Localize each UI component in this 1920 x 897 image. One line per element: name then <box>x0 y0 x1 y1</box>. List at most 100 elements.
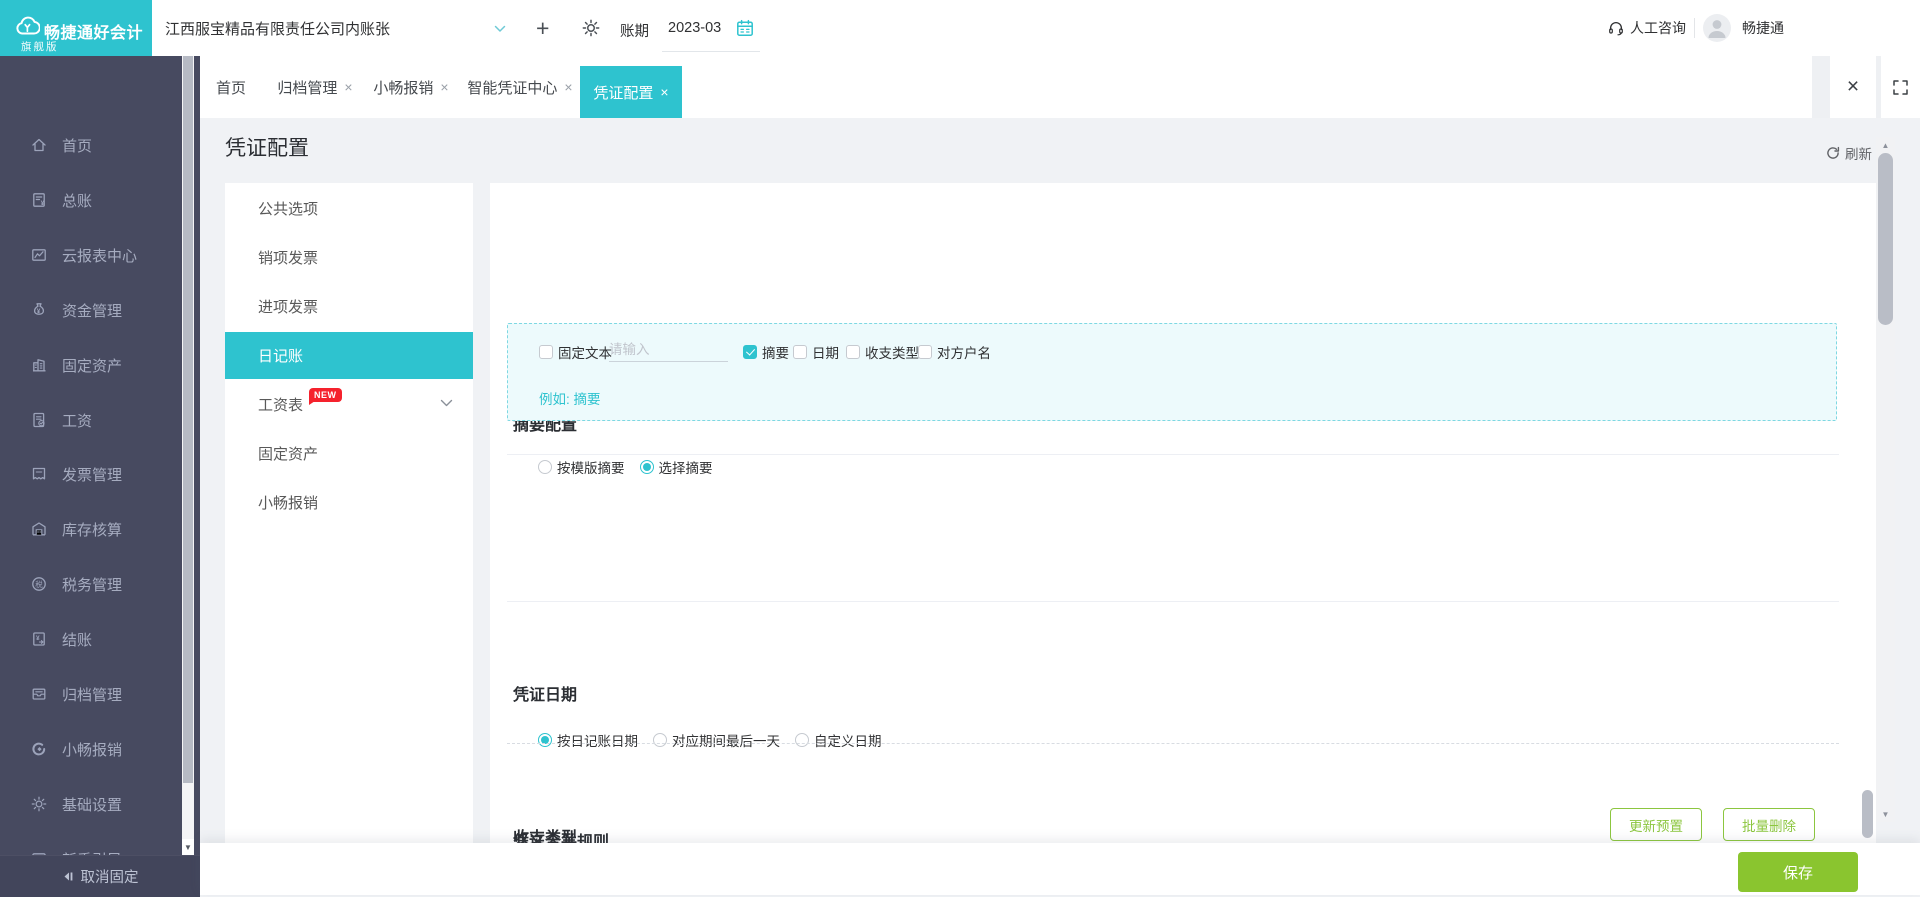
sidebar-item-home[interactable]: 首页 <box>0 128 182 162</box>
cloud-report-icon <box>30 246 48 264</box>
tab-close-icon[interactable]: × <box>660 84 668 100</box>
inner-scroll-thumb[interactable] <box>1862 790 1873 838</box>
brand-edition-label: 旗舰版 <box>21 41 59 53</box>
scroll-up-icon[interactable]: ▲ <box>1876 137 1895 153</box>
invoice-icon <box>30 465 48 483</box>
checkbox-income-type[interactable]: 收支类型 <box>846 339 919 365</box>
sidebar-item-invoice[interactable]: 发票管理 <box>0 457 182 491</box>
sidebar-item-closing[interactable]: ¥ 结账 <box>0 622 182 656</box>
config-menu-item-journal[interactable]: 日记账 <box>225 332 473 379</box>
sidebar-item-tax[interactable]: 税 税务管理 <box>0 567 182 601</box>
sidebar-scrollbar[interactable]: ▼ <box>182 56 194 855</box>
sidebar-item-label: 小畅报销 <box>62 741 123 759</box>
add-account-button[interactable]: + <box>536 14 549 42</box>
sidebar-item-cloud-reports[interactable]: 云报表中心 <box>0 238 182 272</box>
refresh-button[interactable]: 刷新 <box>1826 143 1872 163</box>
radio-dot <box>795 733 809 747</box>
tab-close-icon[interactable]: × <box>344 79 352 95</box>
footer-bar: 保存 <box>200 843 1920 895</box>
close-all-tabs-button[interactable]: × <box>1830 56 1876 118</box>
tab-voucher-config[interactable]: 凭证配置 × <box>580 66 682 118</box>
tab-label: 小畅报销 <box>373 79 434 97</box>
config-menu-panel: 公共选项 销项发票 进项发票 日记账 工资表 NEW 固定资产 小畅报销 <box>225 183 473 843</box>
checkbox-counterparty[interactable]: 对方户名 <box>918 339 991 365</box>
batch-delete-button[interactable]: 批量删除 <box>1723 808 1815 841</box>
radio-custom-date[interactable]: 自定义日期 <box>795 730 882 750</box>
checkbox-label: 摘要 <box>762 346 789 361</box>
config-menu-item-sales-invoice[interactable]: 销项发票 <box>225 234 473 280</box>
sidebar-item-settings[interactable]: 基础设置 <box>0 787 182 821</box>
period-field-underline <box>662 51 760 52</box>
ledger-icon: ¥ <box>30 191 48 209</box>
sidebar-item-salary[interactable]: 工资 <box>0 403 182 437</box>
config-menu-item-payroll[interactable]: 工资表 NEW <box>225 381 473 427</box>
radio-select-summary[interactable]: 选择摘要 <box>639 457 713 477</box>
section-divider <box>507 601 1839 602</box>
sidebar-item-label: 总账 <box>62 192 93 210</box>
summary-radio-group: 按模版摘要 选择摘要 <box>538 457 713 477</box>
period-value[interactable]: 2023-03 <box>668 20 721 36</box>
menu-item-label: 进项发票 <box>258 298 319 316</box>
cloud-logo-icon <box>14 14 40 40</box>
sidebar-scroll-thumb[interactable] <box>183 56 193 783</box>
unpin-sidebar-button[interactable]: 取消固定 <box>0 855 200 897</box>
checkbox-label: 对方户名 <box>937 346 991 361</box>
unpin-label: 取消固定 <box>80 870 139 886</box>
checkbox-box <box>539 345 553 359</box>
avatar[interactable] <box>1703 14 1731 42</box>
building-icon <box>30 356 48 374</box>
checkbox-date[interactable]: 日期 <box>793 339 839 365</box>
closing-icon: ¥ <box>30 630 48 648</box>
radio-template-summary[interactable]: 按模版摘要 <box>538 457 625 477</box>
config-menu-item-purchase-invoice[interactable]: 进项发票 <box>225 283 473 329</box>
money-bag-icon: ¥ <box>30 301 48 319</box>
radio-period-last-day[interactable]: 对应期间最后一天 <box>653 730 780 750</box>
support-link[interactable]: 人工咨询 <box>1607 0 1686 56</box>
tab-smart-voucher[interactable]: 智能凭证中心 × <box>460 56 580 118</box>
sidebar-item-general-ledger[interactable]: ¥ 总账 <box>0 183 182 217</box>
content-scroll-thumb[interactable] <box>1878 153 1893 325</box>
radio-journal-date[interactable]: 按日记账日期 <box>538 730 638 750</box>
sidebar-scroll-down-icon[interactable]: ▼ <box>182 839 194 855</box>
config-menu-item-common[interactable]: 公共选项 <box>225 185 473 231</box>
calendar-icon[interactable] <box>736 19 754 37</box>
chevron-down-icon[interactable] <box>494 25 506 33</box>
save-button[interactable]: 保存 <box>1738 852 1858 892</box>
tab-home[interactable]: 首页 <box>200 56 262 118</box>
topbar-divider <box>1694 18 1695 38</box>
checkbox-box <box>846 345 860 359</box>
config-menu-item-fixed-assets[interactable]: 固定资产 <box>225 430 473 476</box>
tab-close-icon[interactable]: × <box>564 79 572 95</box>
menu-item-label: 日记账 <box>258 348 304 365</box>
fullscreen-icon[interactable] <box>1881 56 1920 118</box>
menu-item-label: 固定资产 <box>258 445 319 463</box>
sidebar-item-fixed-assets[interactable]: 固定资产 <box>0 348 182 382</box>
sidebar-item-funds[interactable]: ¥ 资金管理 <box>0 293 182 327</box>
tab-archive[interactable]: 归档管理 × <box>268 56 362 118</box>
company-selector[interactable]: 江西服宝精品有限责任公司内账张 <box>165 0 390 56</box>
radio-dot <box>653 733 667 747</box>
checkbox-fixed-text[interactable]: 固定文本 <box>539 339 612 365</box>
gear-icon <box>30 795 48 813</box>
fixed-text-input[interactable] <box>609 338 728 362</box>
username-menu[interactable]: 畅捷通 <box>1742 0 1784 56</box>
scroll-down-icon[interactable]: ▼ <box>1876 806 1895 822</box>
radio-dot <box>538 733 552 747</box>
update-preset-button[interactable]: 更新预置 <box>1610 808 1702 841</box>
sidebar-item-label: 发票管理 <box>62 466 123 484</box>
tab-reimburse[interactable]: 小畅报销 × <box>364 56 458 118</box>
tab-bar: 首页 归档管理 × 小畅报销 × 智能凭证中心 × 凭证配置 × × <box>200 56 1920 118</box>
svg-text:¥: ¥ <box>37 308 41 315</box>
checkbox-summary[interactable]: 摘要 <box>743 339 789 365</box>
section-divider-dashed <box>507 743 1839 744</box>
config-menu-item-reimburse[interactable]: 小畅报销 <box>225 479 473 525</box>
sidebar-item-inventory[interactable]: 库存核算 <box>0 512 182 546</box>
sidebar-item-label: 归档管理 <box>62 686 123 704</box>
content-scrollbar[interactable]: ▲ ▼ <box>1876 137 1895 822</box>
tab-close-icon[interactable]: × <box>440 79 448 95</box>
gear-icon[interactable] <box>581 18 601 38</box>
page-title: 凭证配置 <box>225 137 309 160</box>
brand-logo[interactable]: 畅捷通好会计 旗舰版 <box>0 0 152 56</box>
sidebar-item-archive[interactable]: 归档管理 <box>0 677 182 711</box>
sidebar-item-reimburse[interactable]: 小畅报销 <box>0 732 182 766</box>
